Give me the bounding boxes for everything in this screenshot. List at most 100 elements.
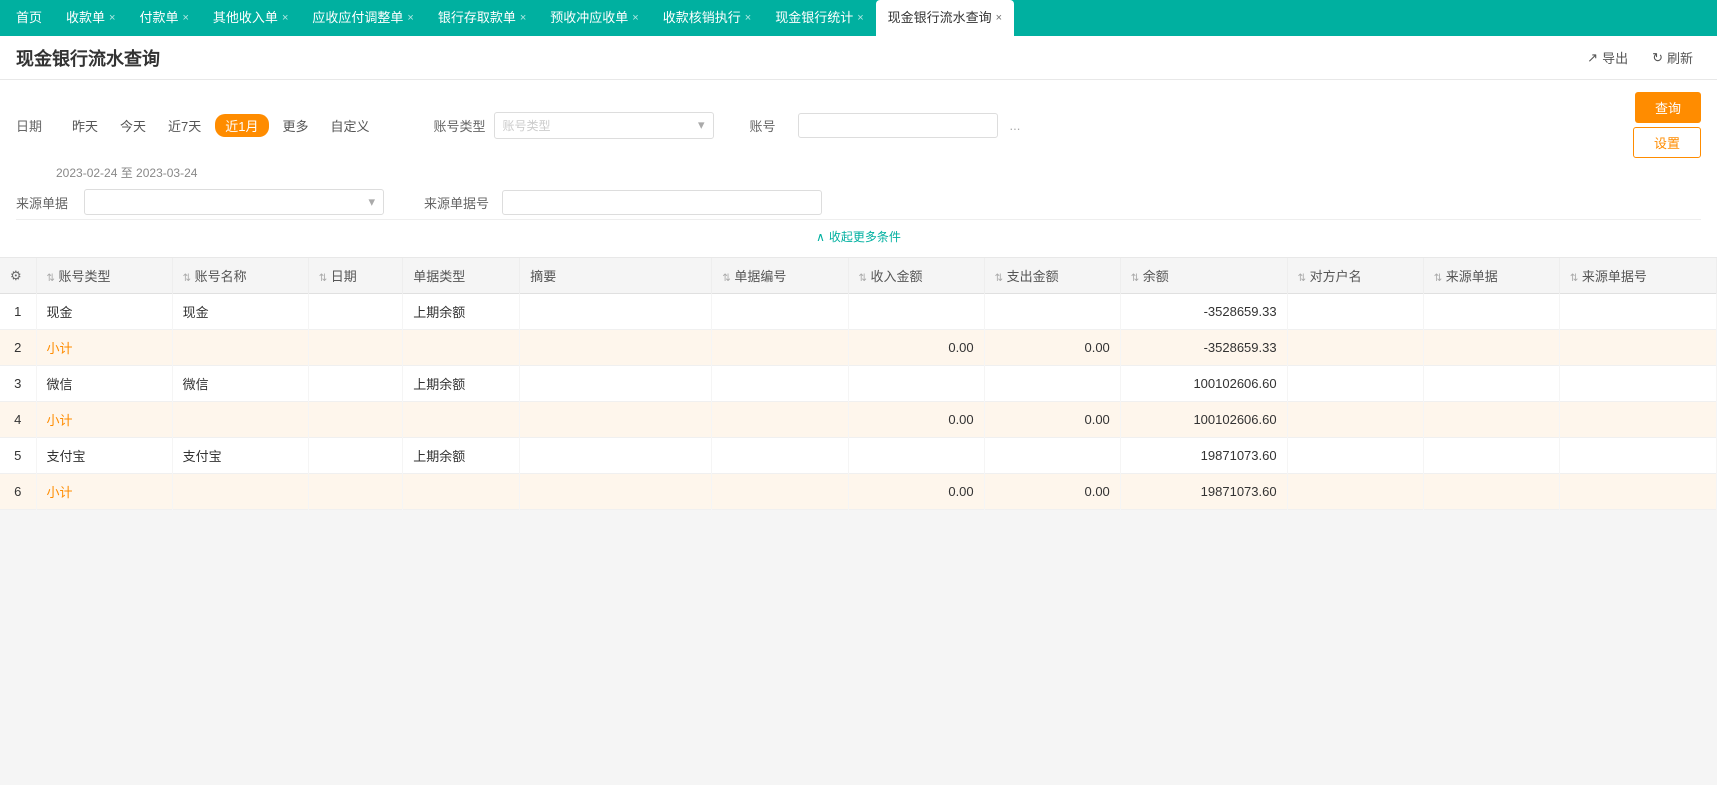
account-filter-group: 账号 ...	[750, 113, 1025, 138]
cell-doc-no	[712, 474, 848, 510]
export-button[interactable]: ↗ 导出	[1579, 44, 1636, 71]
close-payment-icon[interactable]: ×	[182, 0, 188, 36]
nav-collection-exec[interactable]: 收款核销执行 ×	[651, 0, 763, 36]
table-row: 3 微信 微信 上期余额 100102606.60	[0, 366, 1717, 402]
date-filter-label: 日期	[16, 116, 56, 135]
sort-income-icon: ⇅	[859, 273, 867, 284]
close-collection-icon[interactable]: ×	[745, 0, 751, 36]
row-number: 6	[0, 474, 36, 510]
cell-account-type: 微信	[36, 366, 172, 402]
close-bank-deposit-icon[interactable]: ×	[520, 0, 526, 36]
th-source-doc[interactable]: ⇅ 来源单据	[1423, 258, 1559, 294]
th-account-name[interactable]: ⇅ 账号名称	[172, 258, 308, 294]
table-row: 5 支付宝 支付宝 上期余额 19871073.60	[0, 438, 1717, 474]
account-type-filter-group: 账号类型 账号类型 ▾	[434, 112, 714, 139]
cell-balance: 19871073.60	[1120, 474, 1287, 510]
cell-counterparty	[1287, 438, 1423, 474]
cell-summary	[520, 474, 712, 510]
nav-bank-deposit[interactable]: 银行存取款单 ×	[426, 0, 538, 36]
nav-receipt[interactable]: 收款单 ×	[54, 0, 127, 36]
close-receipt-icon[interactable]: ×	[109, 0, 115, 36]
source-doc-select[interactable]: ▾	[84, 189, 384, 215]
nav-cash-bank-stat[interactable]: 现金银行统计 ×	[763, 0, 875, 36]
th-balance[interactable]: ⇅ 余额	[1120, 258, 1287, 294]
cell-date	[308, 438, 403, 474]
subtotal-label: 小计	[47, 413, 73, 428]
date-more[interactable]: 更多	[275, 114, 317, 137]
settings-button[interactable]: 设置	[1633, 127, 1701, 158]
nav-prepay-offset[interactable]: 预收冲应收单 ×	[538, 0, 650, 36]
th-account-type[interactable]: ⇅ 账号类型	[36, 258, 172, 294]
cell-account-name	[172, 330, 308, 366]
th-gear[interactable]: ⚙	[0, 258, 36, 294]
collapse-up-icon: ∧	[816, 230, 825, 244]
cell-source-doc-no	[1559, 294, 1716, 330]
page-title: 现金银行流水查询	[16, 45, 160, 71]
table-area: ⚙ ⇅ 账号类型 ⇅ 账号名称 ⇅ 日期 单据类型 摘要 ⇅ 单据编号 ⇅ 收入…	[0, 258, 1717, 510]
date-yesterday[interactable]: 昨天	[64, 114, 106, 137]
row-number: 2	[0, 330, 36, 366]
sort-counterparty-icon: ⇅	[1298, 273, 1306, 284]
refresh-button[interactable]: ↻ 刷新	[1644, 44, 1701, 71]
close-other-income-icon[interactable]: ×	[282, 0, 288, 36]
date-7days[interactable]: 近7天	[160, 114, 209, 137]
account-type-select[interactable]: 账号类型 ▾	[494, 112, 714, 139]
cell-account-name: 现金	[172, 294, 308, 330]
th-doc-no[interactable]: ⇅ 单据编号	[712, 258, 848, 294]
close-flow-icon[interactable]: ×	[996, 0, 1002, 36]
nav-ar-ap-adjust[interactable]: 应收应付调整单 ×	[300, 0, 425, 36]
cell-summary	[520, 366, 712, 402]
cell-account-name	[172, 402, 308, 438]
cell-summary	[520, 402, 712, 438]
header-actions: ↗ 导出 ↻ 刷新	[1579, 44, 1701, 71]
cell-doc-type	[403, 330, 520, 366]
query-button[interactable]: 查询	[1635, 92, 1701, 123]
close-ar-ap-icon[interactable]: ×	[407, 0, 413, 36]
nav-home[interactable]: 首页	[4, 0, 54, 36]
row-number: 4	[0, 402, 36, 438]
date-custom[interactable]: 自定义	[323, 114, 378, 137]
cell-date	[308, 402, 403, 438]
cell-account-type: 小计	[36, 330, 172, 366]
close-stat-icon[interactable]: ×	[857, 0, 863, 36]
account-dots-button[interactable]: ...	[1006, 114, 1025, 137]
cell-income	[848, 366, 984, 402]
subtotal-label: 小计	[47, 485, 73, 500]
th-date[interactable]: ⇅ 日期	[308, 258, 403, 294]
date-1month[interactable]: 近1月	[215, 114, 268, 137]
cell-source-doc	[1423, 330, 1559, 366]
cell-doc-no	[712, 402, 848, 438]
cell-source-doc	[1423, 438, 1559, 474]
date-today[interactable]: 今天	[112, 114, 154, 137]
cell-income: 0.00	[848, 474, 984, 510]
table-row: 6 小计 0.00 0.00 19871073.60	[0, 474, 1717, 510]
cell-summary	[520, 330, 712, 366]
th-expense[interactable]: ⇅ 支出金额	[984, 258, 1120, 294]
sort-account-name-icon: ⇅	[183, 273, 191, 284]
table-row: 1 现金 现金 上期余额 -3528659.33	[0, 294, 1717, 330]
nav-payment[interactable]: 付款单 ×	[127, 0, 200, 36]
th-income[interactable]: ⇅ 收入金额	[848, 258, 984, 294]
nav-cash-bank-flow[interactable]: 现金银行流水查询 ×	[876, 0, 1014, 36]
cell-expense: 0.00	[984, 330, 1120, 366]
source-doc-no-input[interactable]	[502, 190, 822, 215]
th-counterparty[interactable]: ⇅ 对方户名	[1287, 258, 1423, 294]
cell-doc-type: 上期余额	[403, 438, 520, 474]
cell-income	[848, 294, 984, 330]
nav-other-income[interactable]: 其他收入单 ×	[201, 0, 300, 36]
cell-date	[308, 366, 403, 402]
close-prepay-icon[interactable]: ×	[632, 0, 638, 36]
cell-date	[308, 330, 403, 366]
collapse-button[interactable]: ∧ 收起更多条件	[816, 228, 901, 245]
th-source-doc-no[interactable]: ⇅ 来源单据号	[1559, 258, 1716, 294]
account-input[interactable]	[798, 113, 998, 138]
cell-expense	[984, 438, 1120, 474]
cell-income: 0.00	[848, 330, 984, 366]
cell-counterparty	[1287, 474, 1423, 510]
cell-doc-type	[403, 402, 520, 438]
th-doc-type: 单据类型	[403, 258, 520, 294]
cell-expense: 0.00	[984, 402, 1120, 438]
sort-doc-no-icon: ⇅	[722, 273, 730, 284]
cell-source-doc-no	[1559, 330, 1716, 366]
cell-doc-type: 上期余额	[403, 366, 520, 402]
